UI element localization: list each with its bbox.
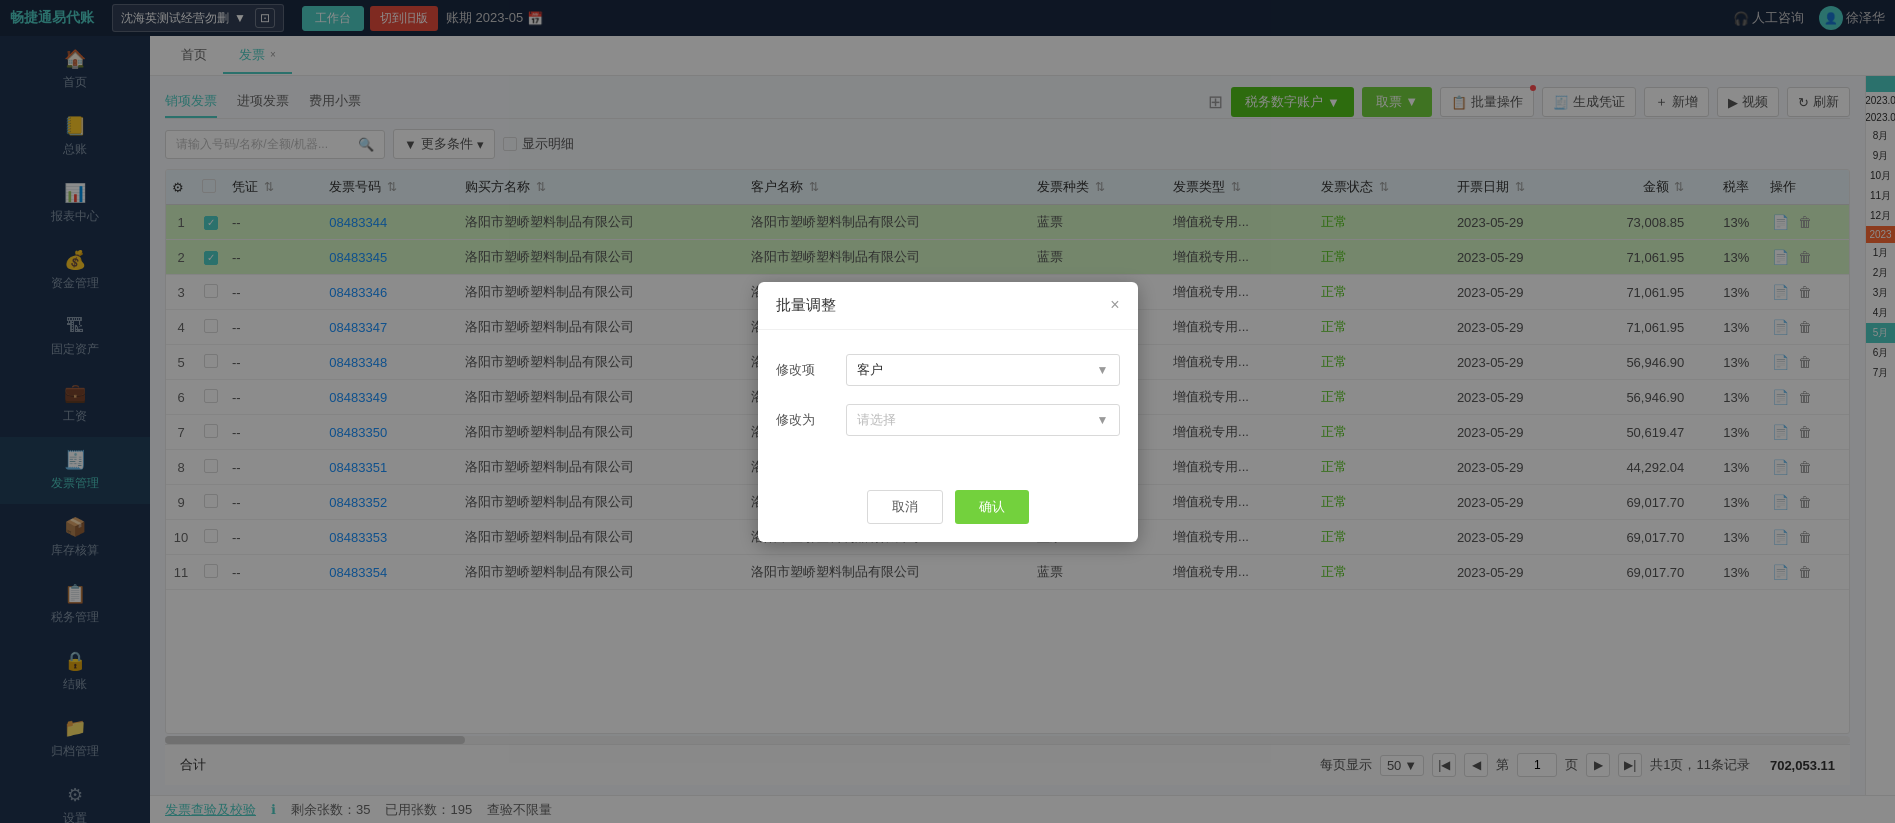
field-value: 客户 [857,361,883,379]
batch-adjust-modal: 批量调整 × 修改项 客户 ▼ 修改为 请选择 ▼ 取消 确认 [758,282,1138,542]
field-label: 修改项 [776,361,846,379]
modal-body: 修改项 客户 ▼ 修改为 请选择 ▼ [758,330,1138,478]
field-select-arrow-icon: ▼ [1097,363,1109,377]
value-select[interactable]: 请选择 ▼ [846,404,1120,436]
field-select[interactable]: 客户 ▼ [846,354,1120,386]
modal-title: 批量调整 [776,296,836,315]
cancel-button[interactable]: 取消 [867,490,943,524]
modal-header: 批量调整 × [758,282,1138,330]
form-row-value: 修改为 请选择 ▼ [776,404,1120,436]
value-placeholder: 请选择 [857,411,896,429]
modal-overlay: 批量调整 × 修改项 客户 ▼ 修改为 请选择 ▼ 取消 确认 [0,0,1895,823]
modal-close-btn[interactable]: × [1110,296,1119,314]
value-select-arrow-icon: ▼ [1097,413,1109,427]
value-label: 修改为 [776,411,846,429]
confirm-button[interactable]: 确认 [955,490,1029,524]
form-row-field: 修改项 客户 ▼ [776,354,1120,386]
modal-footer: 取消 确认 [758,478,1138,542]
